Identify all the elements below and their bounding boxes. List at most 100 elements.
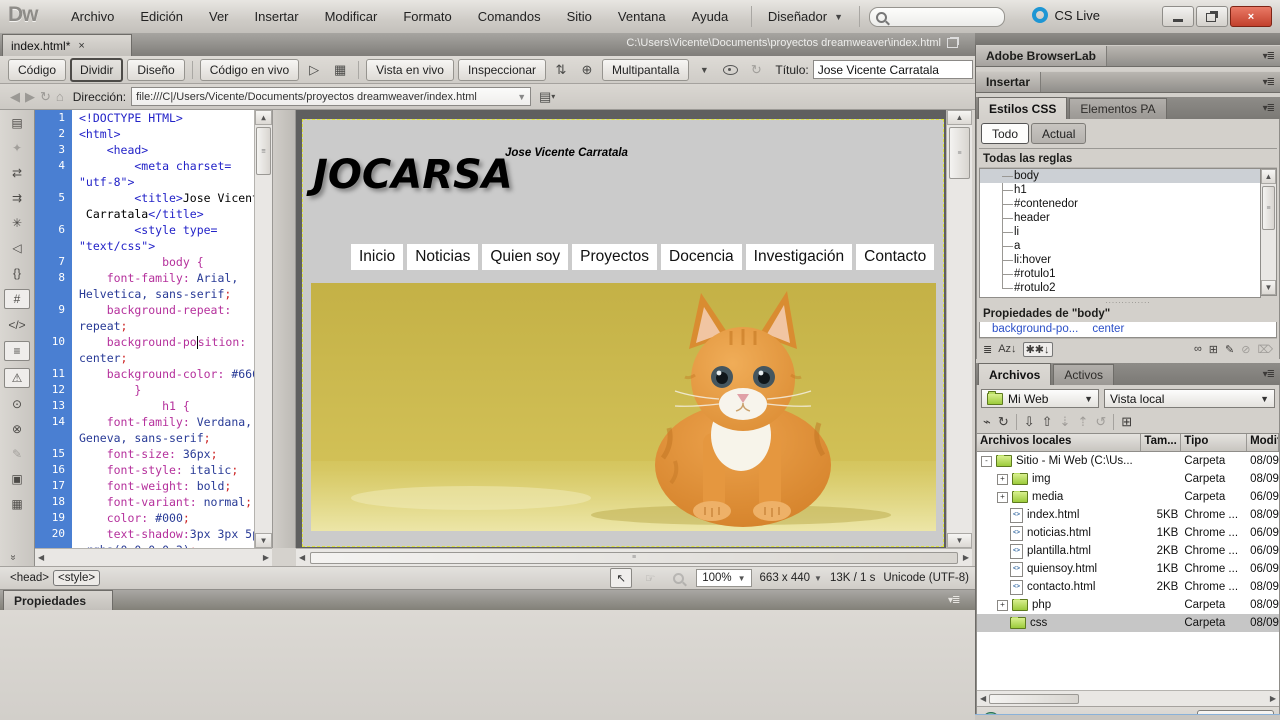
workspace-switcher[interactable]: Diseñador ▼ (750, 6, 860, 27)
nav-item-proyectos[interactable]: Proyectos (572, 244, 658, 270)
tree-expander-icon[interactable]: + (997, 599, 1008, 611)
tag-selector-head[interactable]: <head> (6, 571, 53, 585)
select-tool-icon[interactable]: ↖ (610, 568, 633, 588)
panel-menu-icon[interactable]: ▾≣ (1263, 77, 1280, 88)
code-line[interactable]: "utf-8"> (35, 174, 254, 190)
get-files-icon[interactable]: ⇩ (1024, 414, 1035, 430)
disable-property-icon[interactable]: ⊘ (1241, 343, 1250, 356)
recent-snippets-icon[interactable]: ▣ (5, 470, 29, 488)
cs-live[interactable]: CS Live (1032, 7, 1100, 23)
code-line[interactable]: repeat; (35, 318, 254, 334)
home-icon[interactable]: ⌂ (56, 89, 64, 104)
live-view-button[interactable]: Vista en vivo (366, 58, 454, 81)
panel-resize-handle[interactable]: .............. (979, 297, 1277, 305)
show-live-code-icon[interactable]: ✦ (5, 139, 29, 157)
code-line[interactable]: 8 font-family: Arial, (35, 270, 254, 286)
menu-sitio[interactable]: Sitio (554, 0, 605, 33)
tree-expander-icon[interactable]: + (997, 473, 1008, 485)
design-view-button[interactable]: Diseño (127, 58, 185, 81)
properties-panel-tab[interactable]: Propiedades (3, 590, 113, 610)
wrap-tag-icon[interactable]: ✎ (5, 445, 29, 463)
tag-selector-style[interactable]: <style> (53, 570, 101, 586)
nav-item-docencia[interactable]: Docencia (661, 244, 742, 270)
show-category-view-icon[interactable]: ≣ (983, 343, 992, 356)
panel-menu-icon[interactable]: ▾≣ (1263, 103, 1280, 114)
edit-rule-icon[interactable]: ✎ (1225, 343, 1234, 356)
connect-to-server-icon[interactable]: ⌁ (983, 414, 991, 430)
column-header-3[interactable]: Modif (1247, 434, 1279, 451)
file-row-media[interactable]: + media Carpeta 06/09/ (977, 488, 1279, 506)
file-management-icon[interactable]: ⇅ (550, 60, 572, 80)
code-line[interactable]: "text/css"> (35, 238, 254, 254)
css-rule-contenedor[interactable]: #contenedor (980, 197, 1260, 211)
window-size-select[interactable]: 663 x 440 ▼ (760, 572, 822, 584)
file-row-contacto-html[interactable]: <> contacto.html 2KB Chrome ... 08/09/ (977, 578, 1279, 596)
view-options-icon[interactable]: ▤ ▾ (536, 87, 558, 107)
css-current-button[interactable]: Actual (1031, 123, 1087, 144)
properties-panel-menu-icon[interactable]: ▾≣ (948, 592, 960, 606)
code-line[interactable]: 17 font-weight: bold; (35, 478, 254, 494)
css-rule-li[interactable]: li (980, 225, 1260, 239)
code-line[interactable]: 18 font-variant: normal; (35, 494, 254, 510)
code-line[interactable]: 6 <style type= (35, 222, 254, 238)
tree-expander-icon[interactable]: - (981, 455, 992, 467)
file-row-quiensoy-html[interactable]: <> quiensoy.html 1KB Chrome ... 06/09/ (977, 560, 1279, 578)
zoom-level-select[interactable]: 100% ▼ (696, 569, 752, 587)
menu-ver[interactable]: Ver (196, 0, 242, 33)
expand-panel-icon[interactable]: ⊞ (1121, 414, 1132, 430)
inspect-button[interactable]: Inspeccionar (457, 58, 546, 81)
put-files-icon[interactable]: ⇧ (1042, 414, 1053, 430)
tab-close-icon[interactable]: × (78, 40, 84, 52)
close-button[interactable]: × (1230, 6, 1272, 27)
panel-menu-icon[interactable]: ▾≣ (1263, 369, 1280, 380)
column-header-2[interactable]: Tipo (1181, 434, 1248, 451)
refresh-icon[interactable]: ↻ (40, 89, 51, 105)
live-code-button[interactable]: Código en vivo (199, 58, 300, 81)
code-view-button[interactable]: Código (8, 58, 67, 81)
code-line[interactable]: 7 body { (35, 254, 254, 270)
code-scroll-thumb[interactable]: ≡ (256, 127, 271, 175)
multiscreen-button[interactable]: Multipantalla (602, 58, 690, 81)
code-line[interactable]: 11 background-color: #666; (35, 366, 254, 382)
nav-item-inicio[interactable]: Inicio (351, 244, 404, 270)
new-css-rule-icon[interactable]: ⊞ (1209, 343, 1218, 356)
css-rule-h1[interactable]: h1 (980, 183, 1260, 197)
css-rule-body[interactable]: body (980, 169, 1260, 183)
code-line[interactable]: 15 font-size: 36px; (35, 446, 254, 462)
move-css-icon[interactable]: ▦ (5, 495, 29, 513)
balance-braces-icon[interactable]: {} (5, 264, 29, 282)
select-parent-tag-icon[interactable]: ◁ (5, 239, 29, 257)
column-header-0[interactable]: Archivos locales (977, 434, 1142, 451)
files-horizontal-scrollbar[interactable]: ◀ ▶ (977, 690, 1279, 706)
code-line[interactable]: 3 <head> (35, 142, 254, 158)
preview-browser-icon[interactable]: ⊕ (576, 60, 598, 80)
forward-icon[interactable]: ▶ (25, 89, 35, 105)
scroll-left-icon[interactable]: ◀ (35, 553, 47, 562)
menu-insertar[interactable]: Insertar (242, 0, 312, 33)
address-dropdown-icon[interactable]: ▼ (517, 92, 526, 102)
split-divider[interactable] (272, 110, 296, 548)
line-numbers-icon[interactable]: # (4, 289, 30, 309)
check-in-icon[interactable]: ⇡ (1077, 414, 1088, 430)
tab-activos[interactable]: Activos (1053, 364, 1115, 385)
nav-item-investigación[interactable]: Investigación (745, 244, 853, 270)
coding-toolbar-more-icon[interactable]: » (7, 552, 18, 563)
scroll-up-icon[interactable]: ▲ (1261, 169, 1276, 184)
collapse-selection-icon[interactable]: ⇉ (5, 189, 29, 207)
design-vertical-scrollbar[interactable]: ▲ ≡ ▼ (946, 110, 972, 548)
check-browser-compat-icon[interactable]: ▦ (329, 60, 351, 80)
file-row-noticias-html[interactable]: <> noticias.html 1KB Chrome ... 06/09/ (977, 524, 1279, 542)
site-select[interactable]: Mi Web ▼ (981, 389, 1099, 408)
css-rule-rotulo2[interactable]: #rotulo2 (980, 281, 1260, 295)
menu-formato[interactable]: Formato (390, 0, 464, 33)
menu-ayuda[interactable]: Ayuda (679, 0, 742, 33)
code-line[interactable]: 4 <meta charset= (35, 158, 254, 174)
nav-item-quien-soy[interactable]: Quien soy (482, 244, 569, 270)
file-row-plantilla-html[interactable]: <> plantilla.html 2KB Chrome ... 06/09/ (977, 542, 1279, 560)
scroll-right-icon[interactable]: ▶ (260, 553, 272, 562)
menu-edición[interactable]: Edición (127, 0, 196, 33)
rules-scrollbar[interactable]: ▲ ≡ ▼ (1261, 168, 1277, 296)
scroll-up-icon[interactable]: ▲ (947, 110, 972, 125)
nav-item-contacto[interactable]: Contacto (856, 244, 935, 270)
nav-item-noticias[interactable]: Noticias (407, 244, 479, 270)
